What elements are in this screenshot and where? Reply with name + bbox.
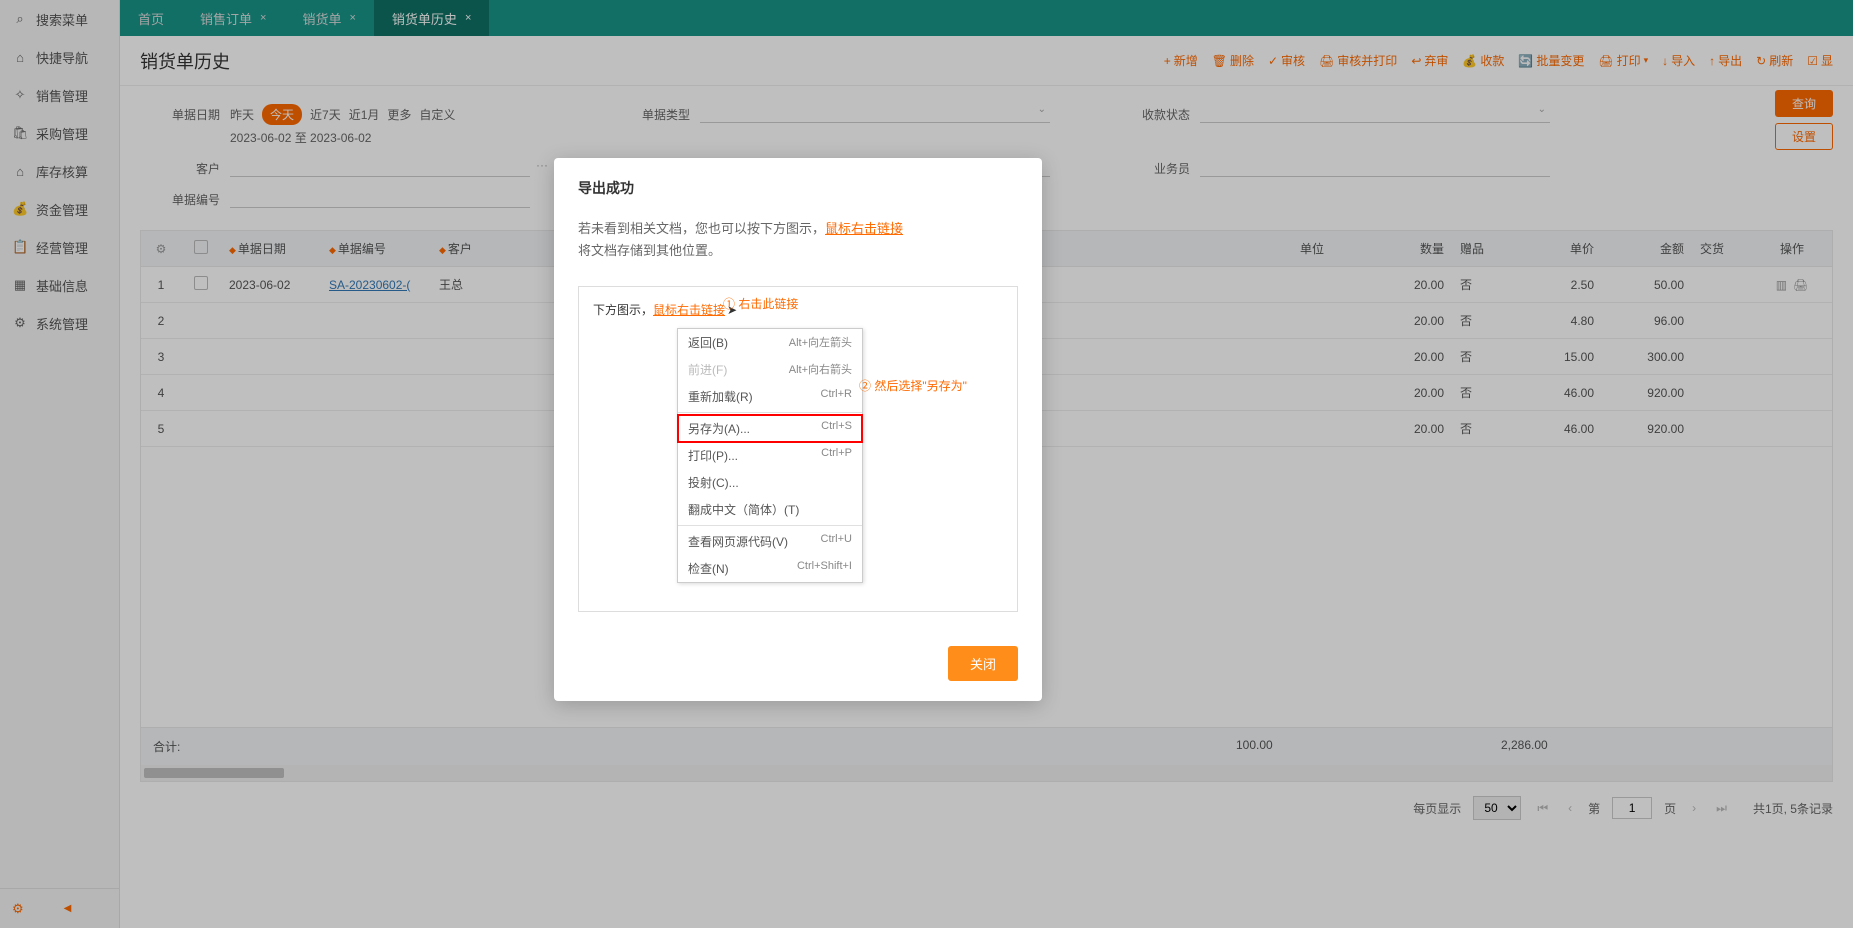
instr-link: 鼠标右击链接 — [653, 303, 725, 317]
export-success-modal: 导出成功 若未看到相关文档，您也可以按下方图示，鼠标右击链接 将文档存储到其他位… — [554, 158, 1042, 701]
instr-prefix: 下方图示， — [593, 303, 653, 317]
context-menu-item: 打印(P)...Ctrl+P — [678, 442, 862, 469]
modal-body: 若未看到相关文档，您也可以按下方图示，鼠标右击链接 将文档存储到其他位置。 — [554, 198, 1042, 272]
context-menu-item: 检查(N)Ctrl+Shift+I — [678, 555, 862, 582]
modal-title: 导出成功 — [578, 178, 1018, 198]
context-menu-item: 翻成中文（简体）(T) — [678, 496, 862, 523]
context-menu-item: 重新加载(R)Ctrl+R — [678, 383, 862, 410]
context-menu-illustration: 返回(B)Alt+向左箭头前进(F)Alt+向右箭头重新加载(R)Ctrl+R 另… — [677, 328, 863, 583]
close-button[interactable]: 关闭 — [948, 646, 1018, 681]
modal-footer: 关闭 — [554, 632, 1042, 701]
context-menu-item: 返回(B)Alt+向左箭头 — [678, 329, 862, 356]
context-menu-item: 另存为(A)...Ctrl+S — [677, 414, 863, 443]
modal-header: 导出成功 — [554, 158, 1042, 198]
modal-text-1: 若未看到相关文档，您也可以按下方图示， — [578, 221, 825, 236]
callout-2: ② 然后选择"另存为" — [859, 377, 967, 394]
context-menu-item: 前进(F)Alt+向右箭头 — [678, 356, 862, 383]
modal-text-2: 将文档存储到其他位置。 — [578, 243, 721, 258]
context-menu-item: 查看网页源代码(V)Ctrl+U — [678, 528, 862, 555]
modal-link[interactable]: 鼠标右击链接 — [825, 221, 903, 236]
instruction-box: 下方图示，鼠标右击链接➤ ① 右击此链接 ② 然后选择"另存为" 返回(B)Al… — [578, 286, 1018, 612]
callout-1: ① 右击此链接 — [723, 295, 798, 312]
context-menu-item: 投射(C)... — [678, 469, 862, 496]
